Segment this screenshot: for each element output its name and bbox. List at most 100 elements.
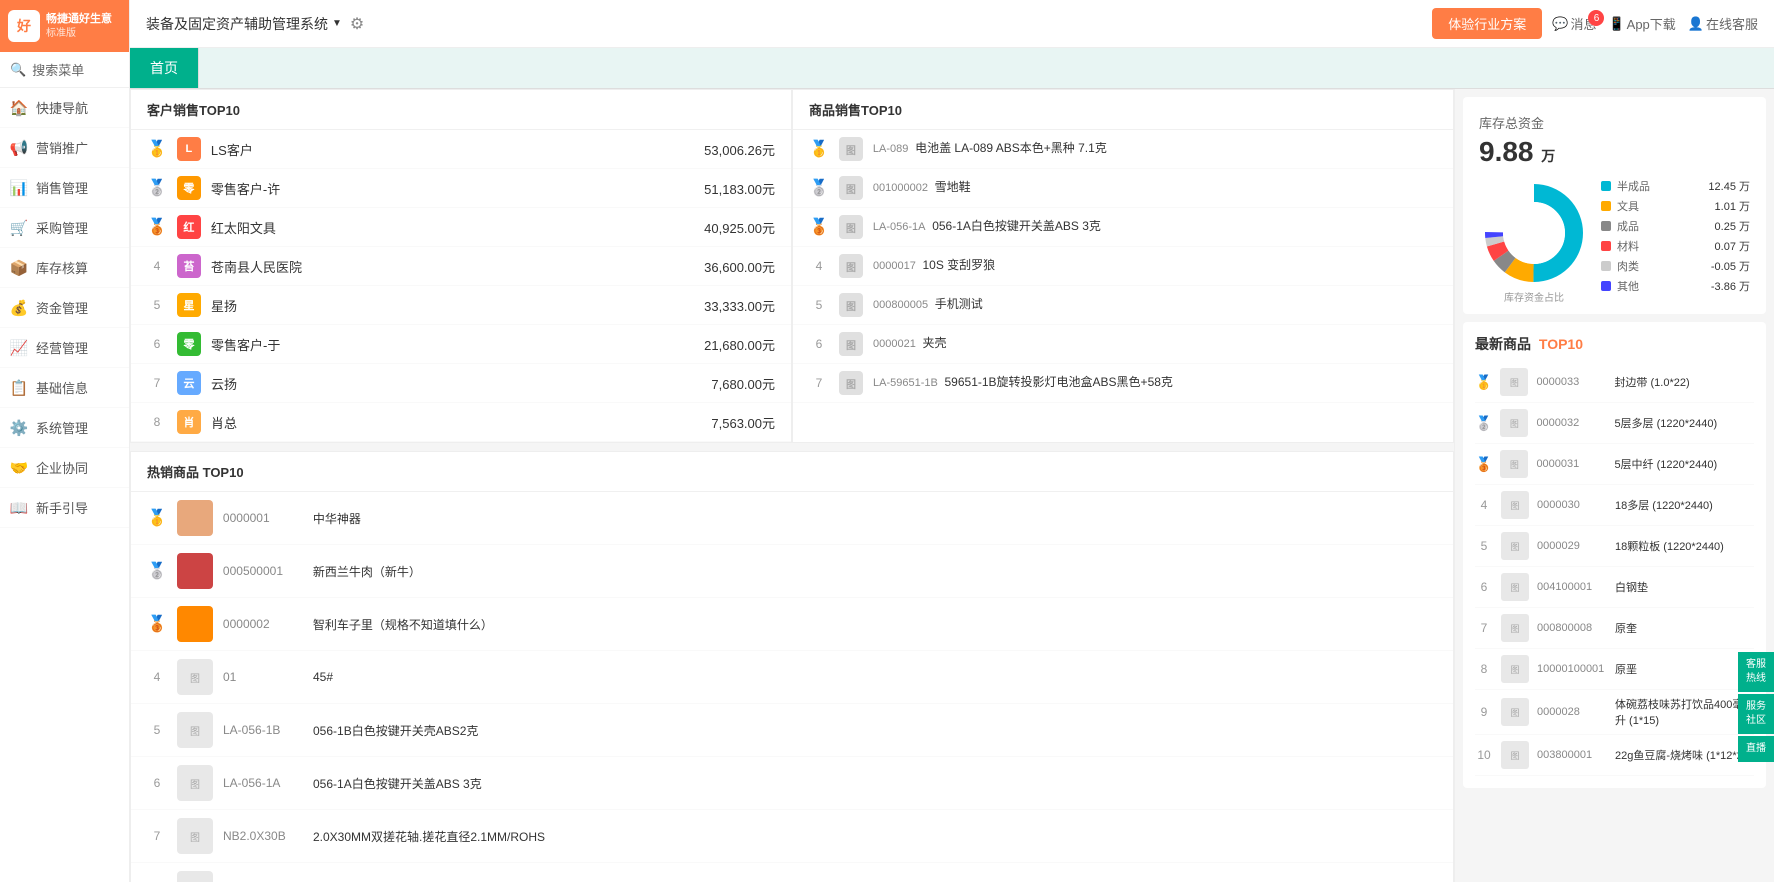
legend-name: 其他	[1617, 278, 1705, 294]
sidebar-item-jingying[interactable]: 📈 经营管理	[0, 328, 129, 368]
app-download-button[interactable]: 📱 App下载	[1608, 14, 1675, 33]
sidebar-item-kucun[interactable]: 📦 库存核算	[0, 248, 129, 288]
finance-icon: 💰	[10, 299, 28, 317]
donut-label: 库存资金占比	[1504, 289, 1564, 304]
latest-product-name: 封边带 (1.0*22)	[1614, 374, 1754, 390]
rank-number: 6	[147, 776, 167, 790]
hot-products-header: 热销商品 TOP10	[131, 452, 1453, 492]
messages-button[interactable]: 💬 消息 6	[1552, 14, 1596, 33]
rank-avatar: 零	[177, 176, 201, 200]
hot-products-section: 热销商品 TOP10 🥇 0000001 中华神器 🥈 000500001 新西…	[130, 451, 1454, 882]
customer-value: 51,183.00元	[704, 179, 775, 198]
customer-name: LS客户	[211, 140, 694, 159]
product-sales-row: 🥇 图 LA-089 电池盖 LA-089 ABS本色+黑种 7.1克	[793, 130, 1453, 169]
customer-name: 星扬	[211, 296, 694, 315]
medal-icon: 🥇	[1475, 374, 1492, 391]
legend-value: 12.45 万	[1708, 178, 1750, 194]
purchase-icon: 🛒	[10, 219, 28, 237]
sidebar-item-yingxiao[interactable]: 📢 营销推广	[0, 128, 129, 168]
latest-product-row: 🥈 图 0000032 5层多层 (1220*2440)	[1475, 403, 1754, 444]
system-dropdown[interactable]: 装备及固定资产辅助管理系统 ▼	[146, 14, 342, 34]
product-thumbnail: 图	[177, 659, 213, 695]
latest-product-code: 004100001	[1537, 581, 1607, 593]
legend-dot	[1601, 281, 1611, 291]
latest-title: 最新商品 TOP10	[1475, 334, 1754, 354]
content-area: 客户销售TOP10 🥇 L LS客户 53,006.26元 🥈 零 零售客户-许…	[130, 89, 1454, 882]
message-icon: 💬	[1552, 16, 1568, 32]
donut-chart: 库存资金占比	[1479, 178, 1589, 288]
product-sales-name: LA-089 电池盖 LA-089 ABS本色+黑种 7.1克	[873, 141, 1437, 157]
search-menu[interactable]: 🔍 搜索菜单	[0, 52, 129, 88]
product-thumb: 图	[839, 176, 863, 200]
rank-avatar: 肖	[177, 410, 201, 434]
latest-product-thumb: 图	[1501, 698, 1529, 726]
hot-product-row: 7 图 NB2.0X30B 2.0X30MM双搓花轴.搓花直径2.1MM/ROH…	[131, 810, 1453, 863]
sidebar-item-xiaoshou[interactable]: 📊 销售管理	[0, 168, 129, 208]
legend-value: 1.01 万	[1715, 198, 1750, 214]
legend-name: 肉类	[1617, 258, 1705, 274]
customer-row: 🥈 零 零售客户-许 51,183.00元	[131, 169, 791, 208]
latest-product-row: 🥇 图 0000033 封边带 (1.0*22)	[1475, 362, 1754, 403]
chart-area: 库存资金占比 半成品 12.45 万 文具 1.01 万 成品 0.25 万 材…	[1479, 178, 1750, 298]
medal-icon: 🥈	[809, 178, 829, 198]
topbar-title: 装备及固定资产辅助管理系统 ▼ ⚙	[146, 14, 1422, 34]
customer-name: 云扬	[211, 374, 701, 393]
trial-button[interactable]: 体验行业方案	[1432, 8, 1542, 39]
latest-rank-number: 8	[1475, 662, 1493, 676]
customer-row: 5 星 星扬 33,333.00元	[131, 286, 791, 325]
latest-product-code: 0000030	[1537, 499, 1607, 511]
inventory-card: 库存总资金 9.88 万	[1463, 97, 1766, 314]
customer-value: 21,680.00元	[704, 335, 775, 354]
latest-rank-number: 7	[1475, 621, 1493, 635]
latest-product-thumb: 图	[1501, 532, 1529, 560]
tab-home[interactable]: 首页	[130, 48, 199, 88]
float-btn-customer-service[interactable]: 客服热线	[1738, 652, 1774, 692]
product-code: 0000002	[223, 617, 303, 631]
sidebar-item-kuaijie[interactable]: 🏠 快捷导航	[0, 88, 129, 128]
latest-product-name: 5层多层 (1220*2440)	[1614, 415, 1754, 431]
latest-rank-number: 9	[1475, 705, 1493, 719]
sidebar-item-zijin[interactable]: 💰 资金管理	[0, 288, 129, 328]
legend-dot	[1601, 181, 1611, 191]
float-btn-community[interactable]: 服务社区	[1738, 694, 1774, 734]
product-code: 01	[223, 670, 303, 684]
product-thumbnail: 图	[177, 765, 213, 801]
customer-section-header: 客户销售TOP10	[131, 90, 791, 130]
logo-text: 畅捷通好生意 标准版	[46, 12, 112, 39]
latest-product-name: 体碗荔枝味苏打饮品400毫升 (1*15)	[1615, 696, 1754, 728]
online-service-button[interactable]: 👤 在线客服	[1688, 14, 1758, 33]
latest-product-row: 10 图 003800001 22g鱼豆腐-烧烤味 (1*12*20)	[1475, 735, 1754, 776]
topbar-actions: 💬 消息 6 📱 App下载 👤 在线客服	[1552, 14, 1758, 33]
hot-product-row: 8 图 0000011 12070519-xs	[131, 863, 1453, 882]
sidebar-item-xitong[interactable]: ⚙️ 系统管理	[0, 408, 129, 448]
sidebar-item-qiye[interactable]: 🤝 企业协同	[0, 448, 129, 488]
customer-value: 7,680.00元	[711, 374, 775, 393]
inventory-title: 库存总资金	[1479, 113, 1750, 132]
customer-value: 33,333.00元	[704, 296, 775, 315]
legend-name: 半成品	[1617, 178, 1702, 194]
product-sales-name: 0000017 10S 变刮罗狼	[873, 258, 1437, 274]
guide-icon: 📖	[10, 499, 28, 517]
sidebar-item-jichu[interactable]: 📋 基础信息	[0, 368, 129, 408]
legend-item: 其他 -3.86 万	[1601, 278, 1750, 294]
medal-icon: 🥉	[147, 217, 167, 237]
sidebar-item-xinshou[interactable]: 📖 新手引导	[0, 488, 129, 528]
latest-product-row: 🥉 图 0000031 5层中纤 (1220*2440)	[1475, 444, 1754, 485]
latest-rank-number: 4	[1475, 498, 1493, 512]
customer-row: 4 苔 苍南县人民医院 36,600.00元	[131, 247, 791, 286]
medal-icon: 🥉	[147, 614, 167, 634]
latest-product-thumb: 图	[1501, 573, 1529, 601]
product-code: NB2.0X30B	[223, 829, 303, 843]
sidebar-item-caigou[interactable]: 🛒 采购管理	[0, 208, 129, 248]
product-thumb: 图	[839, 254, 863, 278]
latest-products-list: 🥇 图 0000033 封边带 (1.0*22) 🥈 图 0000032 5层多…	[1475, 362, 1754, 776]
legend-name: 材料	[1617, 238, 1709, 254]
product-thumb: 图	[839, 215, 863, 239]
customer-name: 零售客户-于	[211, 335, 694, 354]
legend-item: 材料 0.07 万	[1601, 238, 1750, 254]
hot-product-row: 🥇 0000001 中华神器	[131, 492, 1453, 545]
float-btn-live[interactable]: 直播	[1738, 736, 1774, 762]
chevron-down-icon: ▼	[332, 18, 342, 29]
settings-gear-icon[interactable]: ⚙	[350, 14, 364, 34]
medal-icon: 🥇	[809, 139, 829, 159]
